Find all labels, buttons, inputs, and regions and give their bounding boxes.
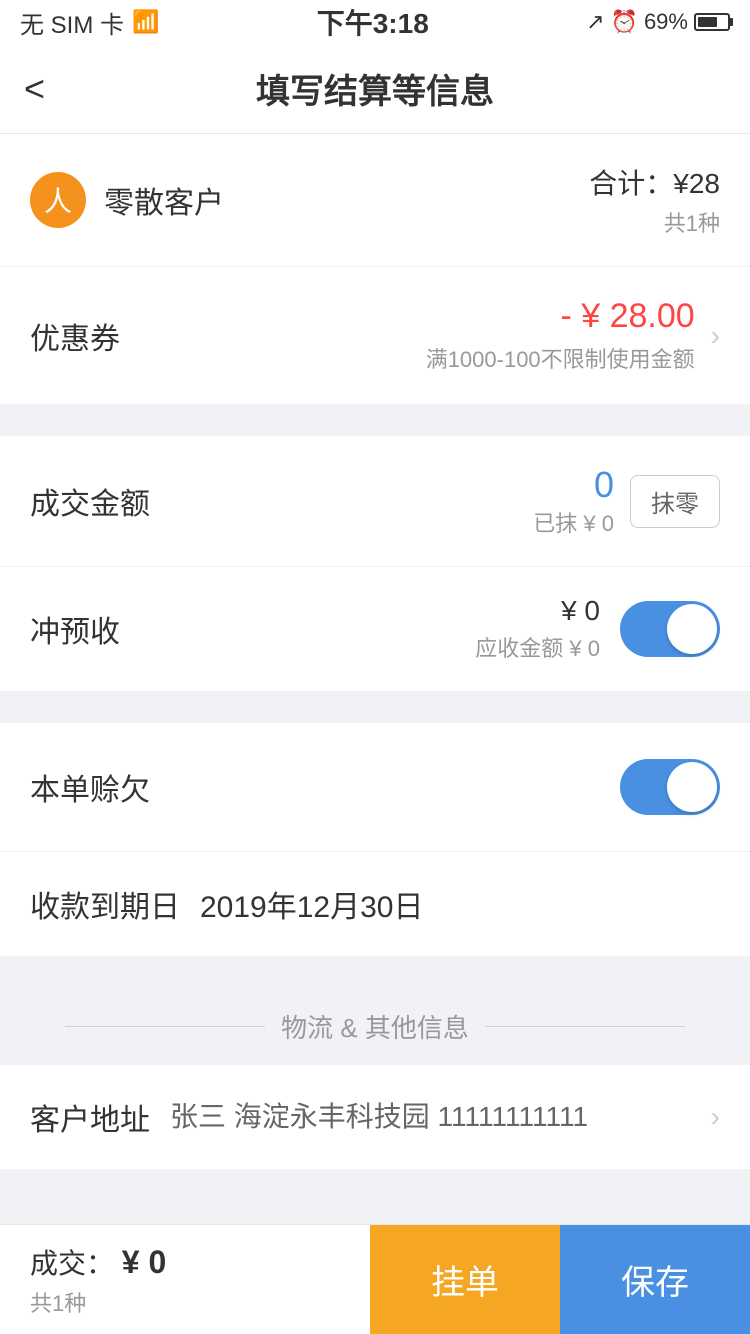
- due-date-value: 2019年12月30日: [200, 882, 423, 926]
- transaction-right: 0 已抹 ¥ 0 抹零: [533, 464, 720, 538]
- transaction-amount: 0: [533, 464, 614, 506]
- alarm-icon: ⏰: [611, 9, 638, 35]
- credit-label: 本单赊欠: [30, 765, 150, 809]
- customer-summary: 合计：¥28 共1种: [589, 162, 720, 238]
- credit-section: 本单赊欠 收款到期日 2019年12月30日: [0, 723, 750, 956]
- status-bar: 无 SIM 卡 📶 下午3:18 ↗ ⏰ 69%: [0, 0, 750, 44]
- status-right: ↗ ⏰ 69%: [586, 9, 730, 35]
- round-button[interactable]: 抹零: [630, 475, 720, 528]
- logistics-header: 物流 & 其他信息: [0, 988, 750, 1065]
- divider-2: [0, 707, 750, 723]
- due-date-label: 收款到期日: [30, 882, 180, 926]
- bottom-deal-label: 成交：: [30, 1248, 114, 1279]
- address-value: 张三 海淀永丰科技园 11111111111: [170, 1095, 588, 1135]
- divider-3: [0, 972, 750, 988]
- save-button[interactable]: 保存: [560, 1225, 750, 1334]
- hang-button[interactable]: 挂单: [370, 1225, 560, 1334]
- bottom-deal-amount: ¥ 0: [122, 1244, 166, 1280]
- bottom-info: 成交： ¥ 0 共1种: [0, 1242, 370, 1318]
- transaction-section: 成交金额 0 已抹 ¥ 0 抹零 冲预收 ¥ 0 应收金额 ¥ 0: [0, 436, 750, 691]
- credit-row: 本单赊欠: [0, 723, 750, 851]
- coupon-label: 优惠券: [30, 314, 120, 358]
- divider-1: [0, 420, 750, 436]
- bottom-bar: 成交： ¥ 0 共1种 挂单 保存: [0, 1224, 750, 1334]
- transaction-label: 成交金额: [30, 479, 150, 523]
- sim-label: 无 SIM 卡: [20, 5, 124, 40]
- avatar: 人: [30, 172, 86, 228]
- coupon-right: - ¥ 28.00 满1000-100不限制使用金额 ›: [426, 297, 720, 374]
- page-title: 填写结算等信息: [256, 64, 494, 113]
- due-date-row: 收款到期日 2019年12月30日: [0, 851, 750, 956]
- address-label: 客户地址: [30, 1095, 150, 1139]
- customer-name: 零散客户: [104, 178, 224, 222]
- chevron-right-icon: ›: [711, 320, 720, 352]
- precharge-row: 冲预收 ¥ 0 应收金额 ¥ 0: [0, 566, 750, 691]
- credit-toggle-knob: [667, 762, 717, 812]
- precharge-amount: ¥ 0: [475, 595, 600, 627]
- wifi-icon: 📶: [132, 9, 159, 35]
- precharge-amounts: ¥ 0 应收金额 ¥ 0: [475, 595, 600, 663]
- location-icon: ↗: [586, 9, 604, 35]
- precharge-sub: 应收金额 ¥ 0: [475, 631, 600, 663]
- address-left: 客户地址 张三 海淀永丰科技园 11111111111: [30, 1095, 588, 1139]
- bottom-count: 共1种: [30, 1286, 340, 1318]
- address-row[interactable]: 客户地址 张三 海淀永丰科技园 11111111111 ›: [0, 1065, 750, 1169]
- total-amount: 合计：¥28: [589, 162, 720, 202]
- coupon-description: 满1000-100不限制使用金额: [426, 342, 695, 374]
- status-left: 无 SIM 卡 📶: [20, 5, 159, 40]
- coupon-row[interactable]: 优惠券 - ¥ 28.00 满1000-100不限制使用金额 ›: [0, 266, 750, 404]
- precharge-label: 冲预收: [30, 607, 120, 651]
- status-time: 下午3:18: [317, 2, 429, 42]
- battery-percent: 69%: [644, 9, 688, 35]
- customer-section: 人 零散客户 合计：¥28 共1种 优惠券 - ¥ 28.00 满1000-10…: [0, 134, 750, 404]
- logistics-label: 物流 & 其他信息: [281, 1008, 469, 1045]
- customer-left: 人 零散客户: [30, 172, 224, 228]
- transaction-sub: 已抹 ¥ 0: [533, 506, 614, 538]
- address-chevron-icon: ›: [711, 1101, 720, 1133]
- customer-row: 人 零散客户 合计：¥28 共1种: [0, 134, 750, 266]
- avatar-icon: 人: [44, 180, 72, 220]
- battery-icon: [694, 13, 730, 31]
- nav-bar: < 填写结算等信息: [0, 44, 750, 134]
- precharge-right: ¥ 0 应收金额 ¥ 0: [475, 595, 720, 663]
- precharge-toggle[interactable]: [620, 601, 720, 657]
- total-count: 共1种: [589, 206, 720, 238]
- coupon-discount: - ¥ 28.00: [426, 297, 695, 336]
- bottom-deal-row: 成交： ¥ 0: [30, 1242, 340, 1282]
- back-button[interactable]: <: [24, 68, 45, 110]
- transaction-row: 成交金额 0 已抹 ¥ 0 抹零: [0, 436, 750, 566]
- toggle-knob: [667, 604, 717, 654]
- credit-toggle[interactable]: [620, 759, 720, 815]
